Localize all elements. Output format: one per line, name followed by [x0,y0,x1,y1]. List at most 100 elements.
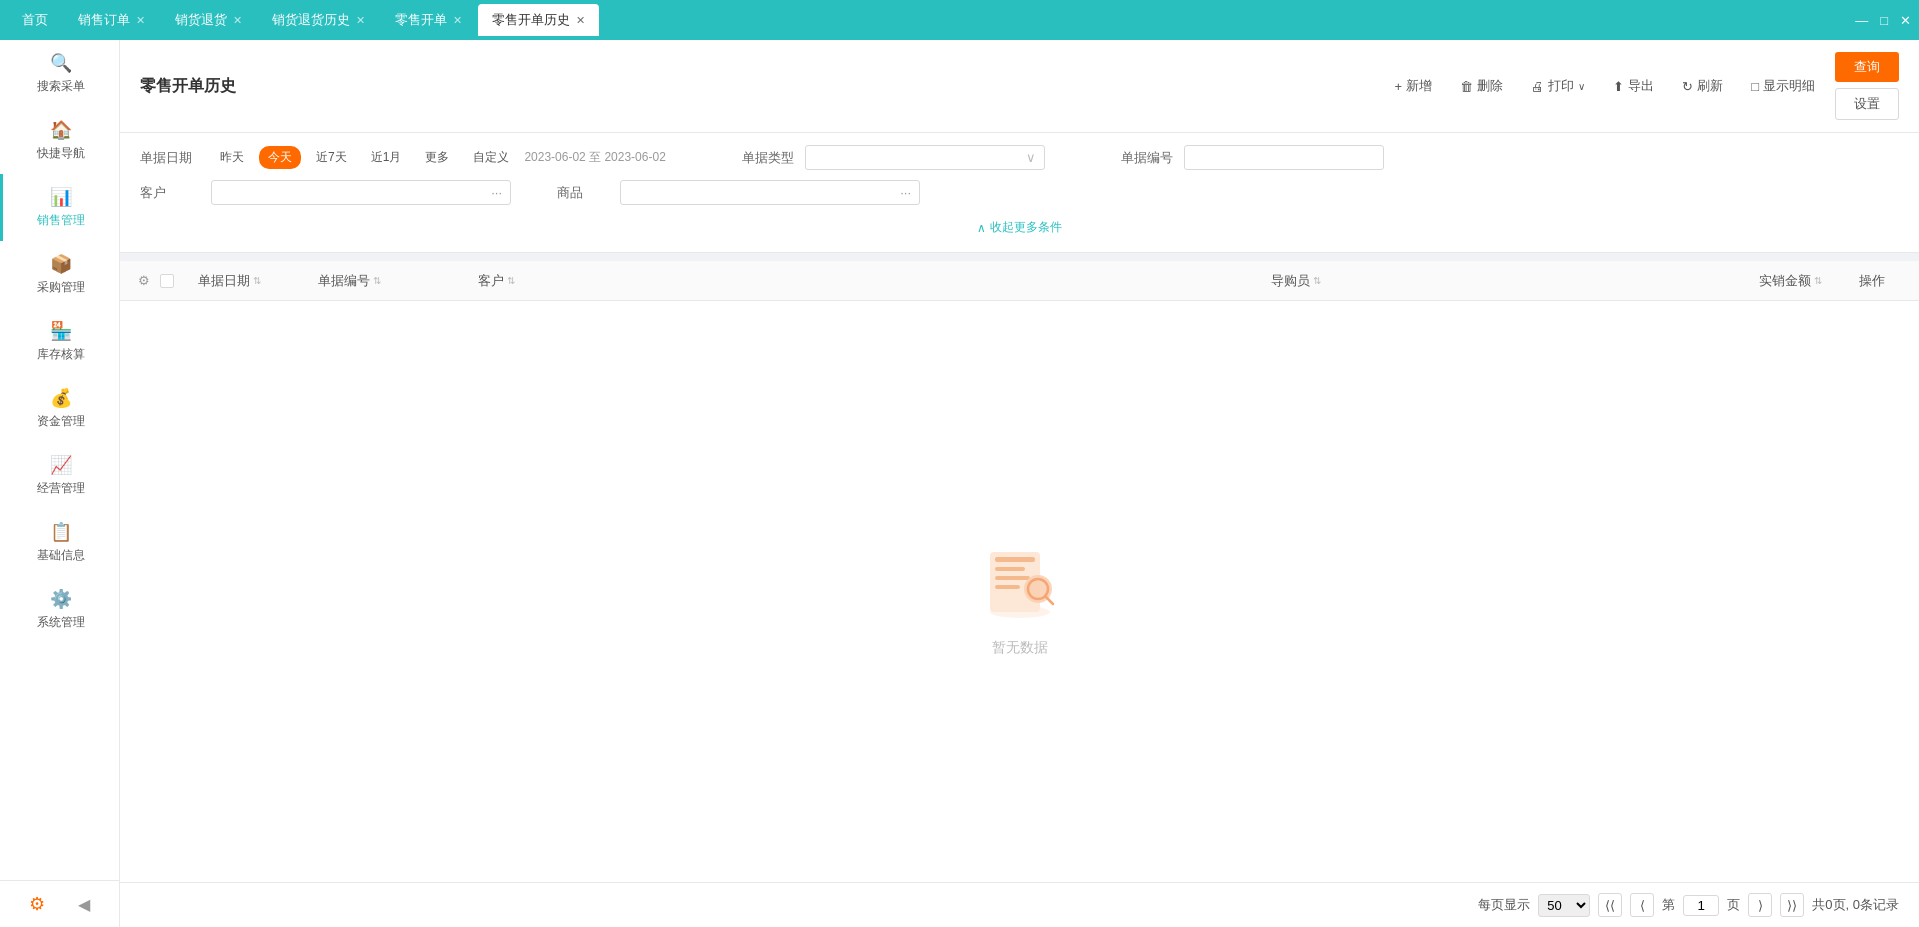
export-icon: ⬆ [1613,79,1624,94]
page-size-label: 每页显示 [1478,896,1530,914]
page-next-button[interactable]: ⟩ [1748,893,1772,917]
th-number[interactable]: 单据编号 ⇅ [310,272,470,290]
sidebar-item-operation[interactable]: 📈 经营管理 [0,442,119,509]
refresh-icon: ↻ [1682,79,1693,94]
date-today[interactable]: 今天 [259,146,301,169]
page-first-button[interactable]: ⟨⟨ [1598,893,1622,917]
page-prev-button[interactable]: ⟨ [1630,893,1654,917]
th-amount-label: 实销金额 [1759,272,1811,290]
export-button[interactable]: ⬆ 导出 [1605,73,1662,99]
sidebar-item-search[interactable]: 🔍 搜索采单 [0,40,119,107]
sidebar-item-finance[interactable]: 💰 资金管理 [0,375,119,442]
add-button[interactable]: + 新增 [1387,73,1441,99]
finance-icon: 💰 [50,387,72,409]
window-close[interactable]: ✕ [1900,13,1911,28]
sidebar-item-system-label: 系统管理 [37,614,85,631]
sales-icon: 📊 [50,186,72,208]
sidebar-item-search-label: 搜索采单 [37,78,85,95]
th-date[interactable]: 单据日期 ⇅ [190,272,310,290]
inventory-icon: 🏪 [50,320,72,342]
delete-label: 删除 [1477,77,1503,95]
window-minimize[interactable]: — [1855,13,1868,28]
svg-line-8 [1046,597,1053,604]
window-maximize[interactable]: □ [1880,13,1888,28]
th-customer-label: 客户 [478,272,504,290]
tab-retail-open-history-close[interactable]: ✕ [576,14,585,27]
tab-sales-return-history[interactable]: 销货退货历史 ✕ [258,4,379,36]
svg-rect-5 [995,585,1020,589]
sidebar-item-system[interactable]: ⚙️ 系统管理 [0,576,119,643]
th-guide[interactable]: 导购员 ⇅ [1263,272,1363,290]
collapse-bar[interactable]: ∧ 收起更多条件 [140,215,1899,240]
home-icon: 🏠 [50,119,72,141]
tab-sales-return-label: 销货退货 [175,11,227,29]
print-button[interactable]: 🖨 打印 ∨ [1523,73,1593,99]
order-num-filter: 单据编号 [1121,145,1384,170]
order-num-input[interactable] [1184,145,1384,170]
customer-label: 客户 [140,184,195,202]
date-custom[interactable]: 自定义 [464,146,518,169]
print-arrow-icon: ∨ [1578,81,1585,92]
sidebar-collapse-icon[interactable]: ◀ [78,895,90,914]
sidebar-item-purchase[interactable]: 📦 采购管理 [0,241,119,308]
delete-button[interactable]: 🗑 删除 [1452,73,1511,99]
page-number-input[interactable] [1683,895,1719,916]
th-customer[interactable]: 客户 ⇅ [470,272,1263,290]
sidebar-bottom: ⚙ ◀ [0,880,119,927]
th-amount-sort-icon: ⇅ [1814,275,1822,286]
tab-home[interactable]: 首页 [8,4,62,36]
sidebar-item-inventory[interactable]: 🏪 库存核算 [0,308,119,375]
refresh-button[interactable]: ↻ 刷新 [1674,73,1731,99]
tab-sales-return[interactable]: 销货退货 ✕ [161,4,256,36]
delete-icon: 🗑 [1460,79,1473,94]
date-more[interactable]: 更多 [416,146,458,169]
tab-bar: 首页 销售订单 ✕ 销货退货 ✕ 销货退货历史 ✕ 零售开单 ✕ 零售开单历史 … [0,0,1919,40]
tab-retail-open-close[interactable]: ✕ [453,14,462,27]
page-size-select[interactable]: 50 20 100 [1538,894,1590,917]
tab-retail-open-history[interactable]: 零售开单历史 ✕ [478,4,599,36]
sidebar-item-finance-label: 资金管理 [37,413,85,430]
basic-icon: 📋 [50,521,72,543]
tab-retail-open[interactable]: 零售开单 ✕ [381,4,476,36]
page-last-button[interactable]: ⟩⟩ [1780,893,1804,917]
th-date-label: 单据日期 [198,272,250,290]
tab-home-label: 首页 [22,11,48,29]
goods-label: 商品 [557,184,612,202]
date-group: 昨天 今天 近7天 近1月 更多 自定义 2023-06-02 至 2023-0… [211,146,666,169]
display-detail-button[interactable]: □ 显示明细 [1743,73,1823,99]
goods-input[interactable]: ··· [620,180,920,205]
query-button[interactable]: 查询 [1835,52,1899,82]
sidebar: 🔍 搜索采单 🏠 快捷导航 📊 销售管理 📦 采购管理 🏪 库存核算 💰 资金管… [0,40,120,927]
filter-row-1: 单据日期 昨天 今天 近7天 近1月 更多 自定义 2023-06-02 至 2… [140,145,1899,170]
th-date-sort-icon: ⇅ [253,275,261,286]
column-settings-button[interactable]: ⚙ [128,273,160,288]
customer-input[interactable]: ··· [211,180,511,205]
date-label: 单据日期 [140,149,195,167]
toolbar: + 新增 🗑 删除 🖨 打印 ∨ ⬆ 导出 ↻ 刷新 [1387,52,1899,120]
th-amount[interactable]: 实销金额 ⇅ [1751,272,1851,290]
tab-sales-return-close[interactable]: ✕ [233,14,242,27]
select-all-checkbox[interactable] [160,274,190,288]
order-type-filter: 单据类型 ∨ [742,145,1045,170]
svg-rect-4 [995,576,1030,580]
settings-button[interactable]: 设置 [1835,88,1899,120]
svg-rect-2 [995,557,1035,562]
date-yesterday[interactable]: 昨天 [211,146,253,169]
date-1month[interactable]: 近1月 [362,146,411,169]
search-icon: 🔍 [50,52,72,74]
print-label: 打印 [1548,77,1574,95]
sidebar-item-sales[interactable]: 📊 销售管理 [0,174,119,241]
tab-sales-return-history-close[interactable]: ✕ [356,14,365,27]
table-header: ⚙ 单据日期 ⇅ 单据编号 ⇅ 客户 ⇅ 导购员 ⇅ [120,261,1919,301]
tab-sales-order-close[interactable]: ✕ [136,14,145,27]
order-num-label: 单据编号 [1121,149,1176,167]
date-7days[interactable]: 近7天 [307,146,356,169]
filter-panel: 单据日期 昨天 今天 近7天 近1月 更多 自定义 2023-06-02 至 2… [120,133,1919,253]
order-type-select[interactable]: ∨ [805,145,1045,170]
pagination: 每页显示 50 20 100 ⟨⟨ ⟨ 第 页 ⟩ ⟩⟩ 共0页, 0条记录 [120,882,1919,927]
sidebar-settings-icon[interactable]: ⚙ [29,893,45,915]
tab-sales-order[interactable]: 销售订单 ✕ [64,4,159,36]
sidebar-item-basic[interactable]: 📋 基础信息 [0,509,119,576]
sidebar-item-quick-nav[interactable]: 🏠 快捷导航 [0,107,119,174]
table-container: ⚙ 单据日期 ⇅ 单据编号 ⇅ 客户 ⇅ 导购员 ⇅ [120,261,1919,882]
